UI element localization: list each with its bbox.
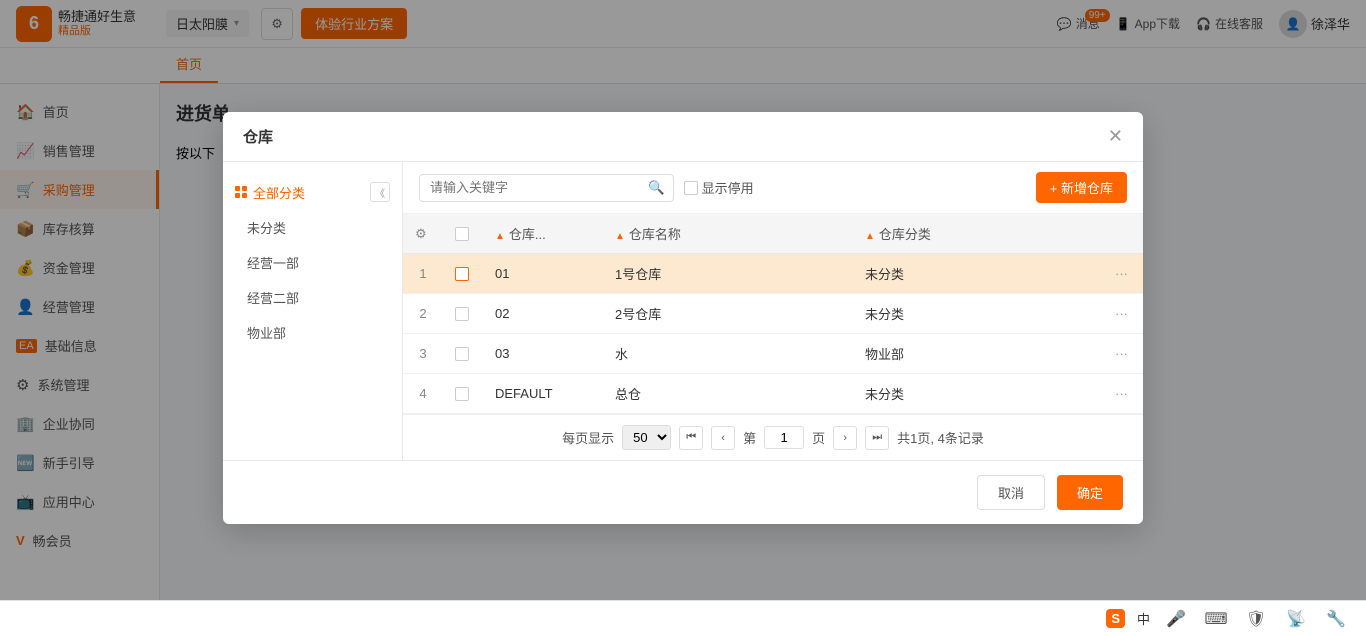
cancel-button[interactable]: 取消: [977, 475, 1045, 510]
collapse-button[interactable]: 《: [370, 182, 390, 202]
row-checkbox-cell[interactable]: [443, 254, 483, 294]
bottom-bar: S 中 🎤 ⌨ 🛡 📡 🔧: [0, 600, 1366, 636]
search-box: 🔍: [419, 174, 674, 202]
row-number: 2: [403, 294, 443, 334]
modal-overlay[interactable]: 仓库 ✕ 全部分类 《 未分类 经营一部 经营二部 物业部: [0, 0, 1366, 636]
all-category-header[interactable]: 全部分类 《: [223, 174, 402, 210]
row-more[interactable]: ···: [1103, 294, 1143, 334]
grid-icon: [235, 186, 247, 198]
row-checkbox[interactable]: [455, 267, 469, 281]
row-checkbox[interactable]: [455, 387, 469, 401]
pagination: 每页显示 50 ⏮ ‹ 第 页 › ⏭ 共1页, 4条记录: [403, 414, 1143, 460]
row-checkbox-cell[interactable]: [443, 374, 483, 414]
row-category: 未分类: [853, 374, 1103, 414]
page-input[interactable]: [764, 426, 804, 449]
col-code[interactable]: ▲仓库...: [483, 214, 603, 254]
row-more[interactable]: ···: [1103, 254, 1143, 294]
modal-header: 仓库 ✕: [223, 112, 1143, 162]
col-actions: [1103, 214, 1143, 254]
add-warehouse-button[interactable]: + 新增仓库: [1036, 172, 1127, 203]
col-settings[interactable]: ⚙: [403, 214, 443, 254]
modal-title: 仓库: [243, 126, 273, 147]
more-button[interactable]: ···: [1115, 346, 1128, 361]
sort-icon-cat: ▲: [865, 231, 875, 242]
sort-icon: ▲: [495, 231, 505, 242]
row-category: 未分类: [853, 294, 1103, 334]
table-header-row: ⚙ ▲仓库... ▲仓库名称 ▲仓库分类: [403, 214, 1143, 254]
sort-icon-name: ▲: [615, 231, 625, 242]
row-more[interactable]: ···: [1103, 374, 1143, 414]
tools-icon: 🔧: [1322, 605, 1350, 633]
row-checkbox[interactable]: [455, 307, 469, 321]
confirm-button[interactable]: 确定: [1057, 475, 1123, 510]
table-row[interactable]: 3 03 水 物业部 ···: [403, 334, 1143, 374]
row-number: 4: [403, 374, 443, 414]
row-number: 1: [403, 254, 443, 294]
select-all-checkbox[interactable]: [455, 227, 469, 241]
first-page-button[interactable]: ⏮: [679, 426, 703, 450]
warehouse-modal: 仓库 ✕ 全部分类 《 未分类 经营一部 经营二部 物业部: [223, 112, 1143, 524]
table-row[interactable]: 1 01 1号仓库 未分类 ···: [403, 254, 1143, 294]
category-item-property[interactable]: 物业部: [223, 315, 402, 350]
modal-toolbar: 🔍 显示停用 + 新增仓库: [403, 162, 1143, 214]
more-button[interactable]: ···: [1115, 266, 1128, 281]
show-disabled-checkbox[interactable]: [684, 181, 698, 195]
modal-footer: 取消 确定: [223, 460, 1143, 524]
col-name[interactable]: ▲仓库名称: [603, 214, 853, 254]
row-name: 1号仓库: [603, 254, 853, 294]
row-checkbox[interactable]: [455, 347, 469, 361]
row-checkbox-cell[interactable]: [443, 334, 483, 374]
all-category-label: 全部分类: [253, 183, 305, 202]
show-disabled-label[interactable]: 显示停用: [684, 178, 754, 197]
category-sidebar: 全部分类 《 未分类 经营一部 经营二部 物业部: [223, 162, 403, 460]
row-name: 水: [603, 334, 853, 374]
row-code: 02: [483, 294, 603, 334]
search-button[interactable]: 🔍: [640, 175, 673, 201]
page-suffix-label: 页: [812, 428, 825, 447]
row-category: 物业部: [853, 334, 1103, 374]
next-page-button[interactable]: ›: [833, 426, 857, 450]
row-number: 3: [403, 334, 443, 374]
row-checkbox-cell[interactable]: [443, 294, 483, 334]
modal-body: 全部分类 《 未分类 经营一部 经营二部 物业部 🔍: [223, 162, 1143, 460]
warehouse-table: ⚙ ▲仓库... ▲仓库名称 ▲仓库分类 1 01 1号仓库 未分: [403, 214, 1143, 414]
col-category[interactable]: ▲仓库分类: [853, 214, 1103, 254]
total-info: 共1页, 4条记录: [897, 428, 984, 447]
more-button[interactable]: ···: [1115, 306, 1128, 321]
category-item-dept2[interactable]: 经营二部: [223, 280, 402, 315]
network-icon: 📡: [1282, 605, 1310, 633]
category-item-dept1[interactable]: 经营一部: [223, 245, 402, 280]
row-code: 03: [483, 334, 603, 374]
row-more[interactable]: ···: [1103, 334, 1143, 374]
table-row[interactable]: 4 DEFAULT 总仓 未分类 ···: [403, 374, 1143, 414]
search-input[interactable]: [420, 175, 640, 200]
prev-page-button[interactable]: ‹: [711, 426, 735, 450]
per-page-select[interactable]: 50: [622, 425, 671, 450]
category-item-unclassified[interactable]: 未分类: [223, 210, 402, 245]
row-code: 01: [483, 254, 603, 294]
more-button[interactable]: ···: [1115, 386, 1128, 401]
row-category: 未分类: [853, 254, 1103, 294]
modal-close-button[interactable]: ✕: [1108, 126, 1123, 147]
shield-icon: 🛡: [1242, 605, 1270, 633]
page-label: 第: [743, 428, 756, 447]
per-page-label: 每页显示: [562, 428, 614, 447]
mic-icon[interactable]: 🎤: [1162, 605, 1190, 633]
row-name: 总仓: [603, 374, 853, 414]
col-checkbox: [443, 214, 483, 254]
table-row[interactable]: 2 02 2号仓库 未分类 ···: [403, 294, 1143, 334]
row-name: 2号仓库: [603, 294, 853, 334]
s-logo: S: [1106, 609, 1125, 628]
modal-main-area: 🔍 显示停用 + 新增仓库 ⚙: [403, 162, 1143, 460]
cn-text: 中: [1137, 609, 1150, 628]
last-page-button[interactable]: ⏭: [865, 426, 889, 450]
keyboard-icon[interactable]: ⌨: [1202, 605, 1230, 633]
row-code: DEFAULT: [483, 374, 603, 414]
